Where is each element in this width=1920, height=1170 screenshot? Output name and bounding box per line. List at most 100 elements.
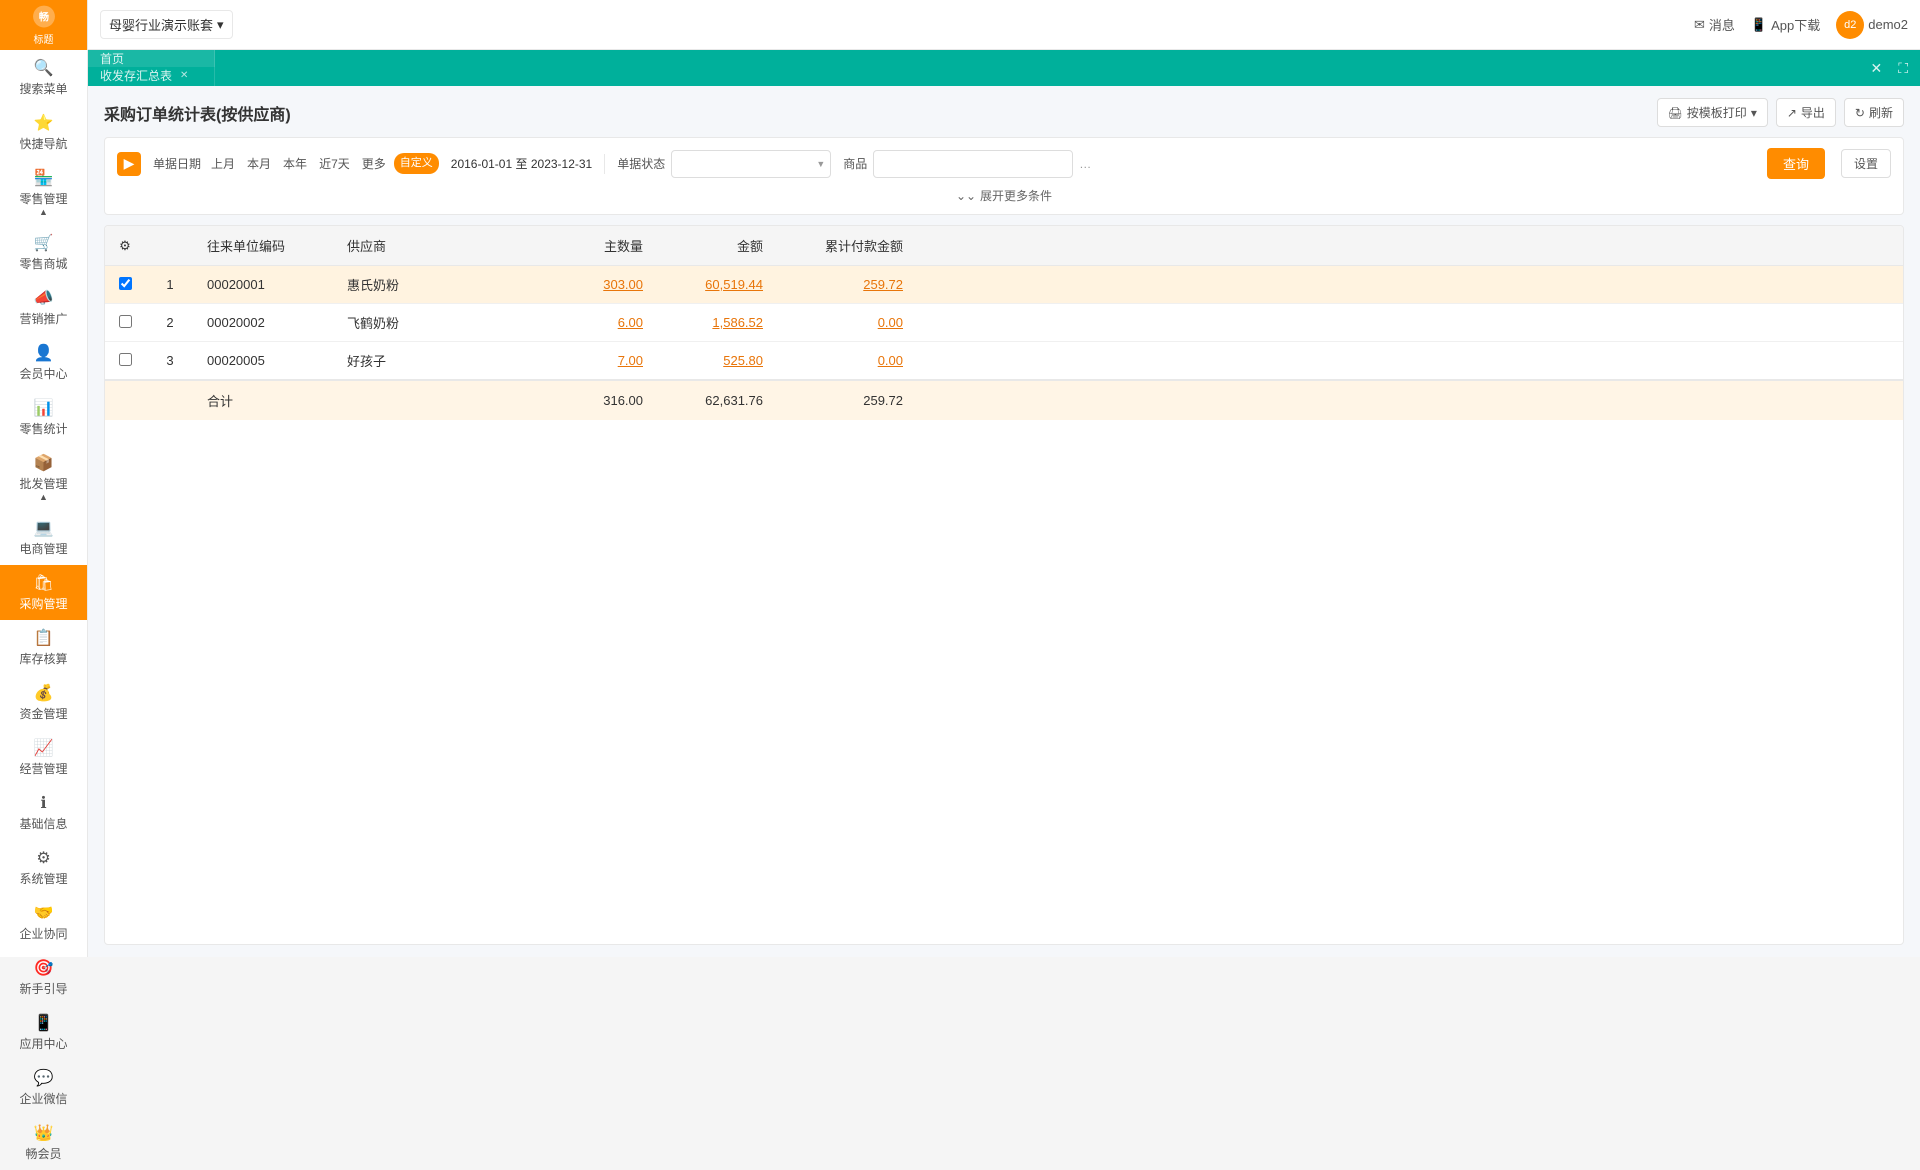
row-paid-2[interactable]: 0.00 <box>775 342 915 381</box>
shortcut-this-year[interactable]: 本年 <box>279 153 311 174</box>
row-extra-1 <box>915 304 1903 342</box>
settings-icon[interactable]: ⚙ <box>119 238 131 253</box>
status-filter-label: 单据状态 <box>617 155 665 172</box>
shortcut-last-month[interactable]: 上月 <box>207 153 239 174</box>
app-download-action[interactable]: 📱 App下载 <box>1751 15 1820 34</box>
sidebar-item-newguide[interactable]: 🎯 新手引导 <box>0 950 87 1005</box>
workspace-dropdown-icon: ▾ <box>217 17 224 33</box>
sidebar-item-retailstat[interactable]: 📊 零售统计 <box>0 390 87 445</box>
tab-bar: 首页收发存汇总表✕要货单统计表✕可用量库存账本✕保质期查询✕超储预警✕功能说明✕… <box>88 50 1920 86</box>
table-row[interactable]: 2 00020002 飞鹤奶粉 6.00 1,586.52 0.00 <box>105 304 1903 342</box>
corpwx-label: 企业微信 <box>19 1090 67 1107</box>
sidebar-item-purchase[interactable]: 🛍 采购管理 <box>0 565 87 620</box>
date-to[interactable]: 2023-12-31 <box>531 157 592 171</box>
row-amount-1[interactable]: 1,586.52 <box>655 304 775 342</box>
user-action[interactable]: d2 demo2 <box>1836 11 1908 39</box>
sidebar-item-wholesale[interactable]: 📦 批发管理 ▲ <box>0 445 87 510</box>
shortcut-this-month[interactable]: 本月 <box>243 153 275 174</box>
row-supplier-1: 飞鹤奶粉 <box>335 304 535 342</box>
sidebar-item-enterprise[interactable]: 🤝 企业协同 <box>0 895 87 950</box>
row-checkbox-0[interactable] <box>119 277 132 290</box>
row-check-1[interactable] <box>105 304 145 342</box>
row-checkbox-2[interactable] <box>119 353 132 366</box>
sidebar-item-ecommerce[interactable]: 💻 电商管理 <box>0 510 87 565</box>
vip-label: 畅会员 <box>25 1145 61 1162</box>
sidebar: 畅 标题 🔍 搜索菜单 ⭐ 快捷导航 🏪 零售管理 ▲ 🛒 零售商城 📣 营销推… <box>0 0 88 957</box>
table-wrapper: ⚙ 往来单位编码 供应商 主数量 金额 累计付款金额 <box>104 225 1904 945</box>
shortcut-more[interactable]: 更多 <box>358 153 390 174</box>
row-check-2[interactable] <box>105 342 145 381</box>
row-paid-0[interactable]: 259.72 <box>775 266 915 304</box>
row-extra-0 <box>915 266 1903 304</box>
row-checkbox-1[interactable] <box>119 315 132 328</box>
row-check-0[interactable] <box>105 266 145 304</box>
goods-more-button[interactable]: … <box>1079 157 1091 171</box>
sidebar-item-appcenter[interactable]: 📱 应用中心 <box>0 1005 87 1060</box>
sidebar-item-search[interactable]: 🔍 搜索菜单 <box>0 50 87 105</box>
row-qty-1[interactable]: 6.00 <box>535 304 655 342</box>
col-header-check: ⚙ <box>105 226 145 266</box>
refresh-button[interactable]: ↻ 刷新 <box>1844 98 1904 127</box>
sidebar-item-member[interactable]: 👤 会员中心 <box>0 335 87 390</box>
tab-shoufahui总[interactable]: 收发存汇总表✕ <box>88 67 215 84</box>
status-select[interactable] <box>671 150 831 178</box>
filter-panel: ▶ 单据日期 上月 本月 本年 近7天 更多 自定义 <box>104 137 1904 215</box>
date-shortcuts: 上月 本月 本年 近7天 更多 自定义 <box>207 153 439 174</box>
table-row[interactable]: 1 00020001 惠氏奶粉 303.00 60,519.44 259.72 <box>105 266 1903 304</box>
row-qty-0[interactable]: 303.00 <box>535 266 655 304</box>
export-button[interactable]: ↗ 导出 <box>1776 98 1836 127</box>
top-header: 母婴行业演示账套 ▾ ✉ 消息 📱 App下载 d2 demo2 <box>88 0 1920 50</box>
expand-icon: ⌄⌄ <box>956 189 976 203</box>
page-actions: 🖨 按模板打印 ▾ ↗ 导出 ↻ 刷新 <box>1657 98 1904 127</box>
base-icon: ℹ <box>40 793 46 813</box>
logo-text: 标题 <box>34 31 54 46</box>
app-download-label: App下载 <box>1771 15 1820 34</box>
query-button[interactable]: 查询 <box>1767 148 1825 179</box>
retailstore-icon: 🛒 <box>34 233 54 253</box>
tab-close-shoufahui总[interactable]: ✕ <box>178 68 190 83</box>
date-from[interactable]: 2016-01-01 <box>451 157 512 171</box>
custom-date-badge[interactable]: 自定义 <box>394 153 439 174</box>
sidebar-item-marketing[interactable]: 📣 营销推广 <box>0 280 87 335</box>
app-download-icon: 📱 <box>1751 17 1767 33</box>
shortcut-7days[interactable]: 近7天 <box>315 153 354 174</box>
maximize-tab-button[interactable]: ⛶ <box>1894 58 1912 79</box>
close-tab-button[interactable]: ✕ <box>1866 58 1886 79</box>
expand-conditions-button[interactable]: ⌄⌄ 展开更多条件 <box>956 187 1052 204</box>
col-header-extra <box>915 226 1903 266</box>
avatar-text: d2 <box>1844 19 1856 31</box>
finance-label: 资金管理 <box>19 705 67 722</box>
workspace-name: 母婴行业演示账套 <box>109 15 213 34</box>
sidebar-item-inventory[interactable]: 📋 库存核算 <box>0 620 87 675</box>
sidebar-item-system[interactable]: ⚙ 系统管理 <box>0 840 87 895</box>
member-icon: 👤 <box>34 343 54 363</box>
workspace-selector[interactable]: 母婴行业演示账套 ▾ <box>100 10 233 39</box>
sidebar-item-corpwx[interactable]: 💬 企业微信 <box>0 1060 87 1115</box>
message-action[interactable]: ✉ 消息 <box>1694 15 1735 34</box>
col-header-code: 往来单位编码 <box>195 226 335 266</box>
table-scroll[interactable]: ⚙ 往来单位编码 供应商 主数量 金额 累计付款金额 <box>105 226 1903 944</box>
sidebar-item-quicknav[interactable]: ⭐ 快捷导航 <box>0 105 87 160</box>
row-amount-2[interactable]: 525.80 <box>655 342 775 381</box>
goods-filter-group: 商品 … <box>843 150 1091 178</box>
row-qty-2[interactable]: 7.00 <box>535 342 655 381</box>
sidebar-items-container: 🔍 搜索菜单 ⭐ 快捷导航 🏪 零售管理 ▲ 🛒 零售商城 📣 营销推广 👤 会… <box>0 50 87 1170</box>
sidebar-item-finance[interactable]: 💰 资金管理 <box>0 675 87 730</box>
tab-home[interactable]: 首页 <box>88 50 215 67</box>
tab-bar-actions: ✕ ⛶ <box>1858 50 1920 86</box>
table-row[interactable]: 3 00020005 好孩子 7.00 525.80 0.00 <box>105 342 1903 381</box>
page-content: 采购订单统计表(按供应商) 🖨 按模板打印 ▾ ↗ 导出 ↻ 刷新 <box>88 86 1920 957</box>
sidebar-item-retailstore[interactable]: 🛒 零售商城 <box>0 225 87 280</box>
row-paid-1[interactable]: 0.00 <box>775 304 915 342</box>
print-dropdown-icon: ▾ <box>1751 106 1757 120</box>
print-button[interactable]: 🖨 按模板打印 ▾ <box>1657 98 1768 127</box>
filter-toggle-button[interactable]: ▶ <box>117 152 141 176</box>
sidebar-item-operations[interactable]: 📈 经营管理 <box>0 730 87 785</box>
settings-button[interactable]: 设置 <box>1841 149 1891 178</box>
marketing-icon: 📣 <box>34 288 54 308</box>
sidebar-item-base[interactable]: ℹ 基础信息 <box>0 785 87 840</box>
sidebar-item-retail[interactable]: 🏪 零售管理 ▲ <box>0 160 87 225</box>
sidebar-item-vip[interactable]: 👑 畅会员 <box>0 1115 87 1170</box>
row-amount-0[interactable]: 60,519.44 <box>655 266 775 304</box>
goods-input[interactable] <box>873 150 1073 178</box>
